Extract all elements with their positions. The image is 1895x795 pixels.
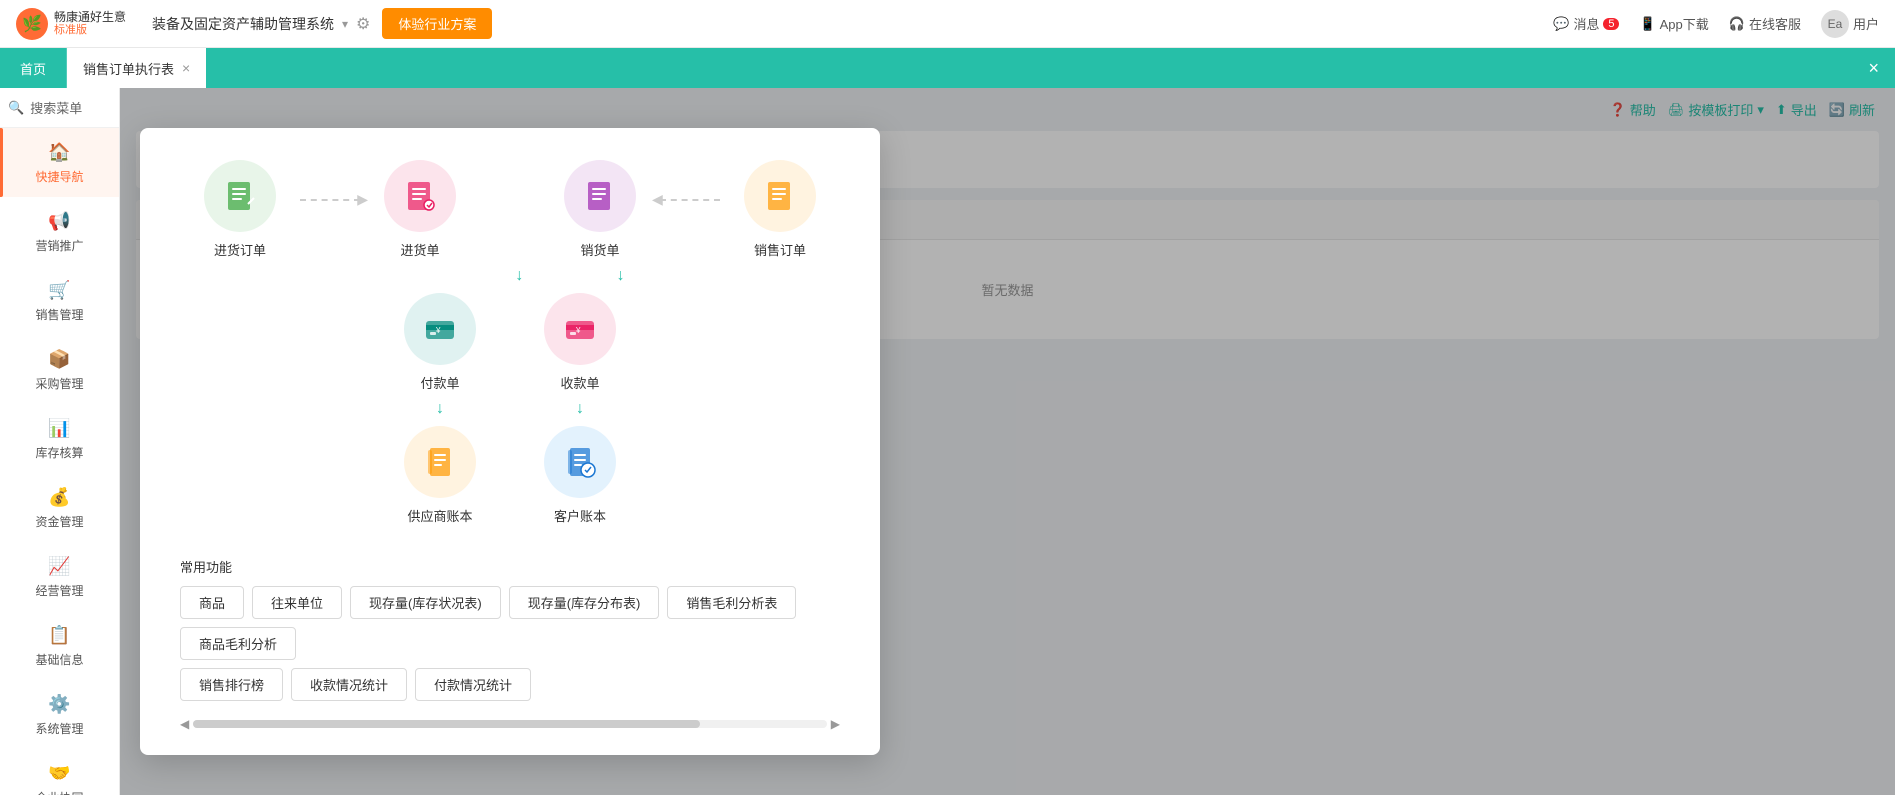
- purchase-icon: 📦: [48, 347, 72, 371]
- sales-bill-circle: [564, 160, 636, 232]
- sidebar-search[interactable]: 🔍 搜索菜单: [0, 88, 119, 128]
- node-customer-ledger[interactable]: 客户账本: [520, 426, 640, 525]
- service-icon: 🎧: [1729, 16, 1745, 32]
- flow-row-1: 进货订单 ▶: [180, 160, 840, 259]
- operations-icon: 📈: [48, 554, 72, 578]
- node-sales-bill[interactable]: 销货单: [540, 160, 660, 259]
- flow-row-arrows: ↓ ↓: [180, 267, 840, 285]
- gear-icon[interactable]: ⚙: [356, 14, 370, 34]
- func-btn-partner[interactable]: 往来单位: [252, 586, 342, 619]
- func-btn-sales-margin[interactable]: 销售毛利分析表: [667, 586, 796, 619]
- sidebar: 🔍 搜索菜单 🏠 快捷导航 📢 营销推广 🛒 销售管理 📦 采购管理 📊 库存核…: [0, 88, 120, 795]
- avatar: Ea: [1821, 10, 1849, 38]
- tab-sales-order[interactable]: 销售订单执行表 ×: [67, 48, 206, 88]
- node-payment[interactable]: ¥ 付款单: [380, 293, 500, 392]
- sidebar-item-finance[interactable]: 💰 资金管理: [0, 473, 119, 542]
- tab-bar: 首页 销售订单执行表 × ×: [0, 48, 1895, 88]
- common-funcs-section: 常用功能 商品 往来单位 现存量(库存状况表) 现存量(库存分布表) 销售毛利分…: [180, 557, 840, 701]
- basic-icon: 📋: [48, 623, 72, 647]
- func-btn-stock-dist[interactable]: 现存量(库存分布表): [509, 586, 660, 619]
- node-sales-order[interactable]: 销售订单: [720, 160, 840, 259]
- svg-text:¥: ¥: [575, 326, 581, 335]
- node-purchase-bill[interactable]: 进货单: [360, 160, 480, 259]
- message-btn[interactable]: 💬 消息 5: [1553, 14, 1619, 33]
- main-layout: 🔍 搜索菜单 🏠 快捷导航 📢 营销推广 🛒 销售管理 📦 采购管理 📊 库存核…: [0, 88, 1895, 795]
- sidebar-item-quick-nav[interactable]: 🏠 快捷导航: [0, 128, 119, 197]
- sidebar-item-sales[interactable]: 🛒 销售管理: [0, 266, 119, 335]
- finance-icon: 💰: [48, 485, 72, 509]
- flow-row-3: 供应商账本: [180, 426, 840, 525]
- logo-area: 🌿 畅康通好生意 标准版: [16, 8, 136, 40]
- message-icon: 💬: [1553, 16, 1569, 32]
- sidebar-item-enterprise[interactable]: 🤝 企业协同: [0, 749, 119, 795]
- func-btn-product[interactable]: 商品: [180, 586, 244, 619]
- logo-icon: 🌿: [16, 8, 48, 40]
- node-receipt[interactable]: ¥ 收款单: [520, 293, 640, 392]
- user-area[interactable]: Ea 用户: [1821, 10, 1879, 38]
- sidebar-item-system[interactable]: ⚙️ 系统管理: [0, 680, 119, 749]
- scroll-left-icon[interactable]: ◀: [180, 717, 189, 731]
- func-btn-receipt-stats[interactable]: 收款情况统计: [291, 668, 407, 701]
- top-header: 🌿 畅康通好生意 标准版 装备及固定资产辅助管理系统 ▾ ⚙ 体验行业方案 💬 …: [0, 0, 1895, 48]
- header-right: 💬 消息 5 📱 App下载 🎧 在线客服 Ea 用户: [1553, 10, 1879, 38]
- system-dropdown-icon[interactable]: ▾: [342, 17, 348, 31]
- sidebar-item-operations[interactable]: 📈 经营管理: [0, 542, 119, 611]
- node-supplier-ledger[interactable]: 供应商账本: [380, 426, 500, 525]
- payment-circle: ¥: [404, 293, 476, 365]
- supplier-ledger-circle: [404, 426, 476, 498]
- online-service-btn[interactable]: 🎧 在线客服: [1729, 14, 1801, 33]
- logo-text: 畅康通好生意 标准版: [54, 10, 126, 38]
- sidebar-item-inventory[interactable]: 📊 库存核算: [0, 404, 119, 473]
- flow-diagram: 进货订单 ▶: [180, 160, 840, 533]
- sidebar-item-marketing[interactable]: 📢 营销推广: [0, 197, 119, 266]
- inventory-icon: 📊: [48, 416, 72, 440]
- func-buttons-row-1: 商品 往来单位 现存量(库存状况表) 现存量(库存分布表) 销售毛利分析表 商品…: [180, 586, 840, 660]
- sidebar-item-purchase[interactable]: 📦 采购管理: [0, 335, 119, 404]
- sidebar-item-basic[interactable]: 📋 基础信息: [0, 611, 119, 680]
- tab-bar-close-icon[interactable]: ×: [1852, 48, 1895, 88]
- func-btn-payment-stats[interactable]: 付款情况统计: [415, 668, 531, 701]
- scroll-track[interactable]: [193, 720, 827, 728]
- enterprise-icon: 🤝: [48, 761, 72, 785]
- message-badge: 5: [1603, 18, 1619, 30]
- modal-overlay: 进货订单 ▶: [120, 88, 1895, 795]
- scroll-thumb: [193, 720, 700, 728]
- search-icon: 🔍: [8, 100, 24, 116]
- trial-button[interactable]: 体验行业方案: [382, 8, 492, 39]
- tab-home[interactable]: 首页: [0, 48, 67, 88]
- app-icon: 📱: [1639, 16, 1655, 32]
- quick-nav-icon: 🏠: [48, 140, 72, 164]
- func-btn-sales-rank[interactable]: 销售排行榜: [180, 668, 283, 701]
- func-btn-product-margin[interactable]: 商品毛利分析: [180, 627, 296, 660]
- sales-order-circle: [744, 160, 816, 232]
- common-funcs-title: 常用功能: [180, 557, 840, 576]
- purchase-bill-circle: [384, 160, 456, 232]
- system-title: 装备及固定资产辅助管理系统 ▾: [152, 14, 348, 34]
- marketing-icon: 📢: [48, 209, 72, 233]
- func-btn-stock-status[interactable]: 现存量(库存状况表): [350, 586, 501, 619]
- app-download-btn[interactable]: 📱 App下载: [1639, 14, 1708, 33]
- sales-icon: 🛒: [48, 278, 72, 302]
- node-purchase-order[interactable]: 进货订单: [180, 160, 300, 259]
- content-area: ❓ 帮助 🖨 按模板打印 ▾ ⬆ 导出 🔄 刷新: [120, 88, 1895, 795]
- flow-row-arrows-2: ↓ ↓: [180, 400, 840, 418]
- flow-row-2: ¥ 付款单 ¥: [180, 293, 840, 392]
- svg-text:¥: ¥: [435, 326, 441, 335]
- func-buttons-row-2: 销售排行榜 收款情况统计 付款情况统计: [180, 668, 840, 701]
- system-icon: ⚙️: [48, 692, 72, 716]
- purchase-order-circle: [204, 160, 276, 232]
- receipt-circle: ¥: [544, 293, 616, 365]
- quick-nav-modal: 进货订单 ▶: [140, 128, 880, 755]
- modal-scrollbar: ◀ ▶: [180, 717, 840, 731]
- customer-ledger-circle: [544, 426, 616, 498]
- scroll-right-icon[interactable]: ▶: [831, 717, 840, 731]
- tab-close-icon[interactable]: ×: [182, 60, 190, 76]
